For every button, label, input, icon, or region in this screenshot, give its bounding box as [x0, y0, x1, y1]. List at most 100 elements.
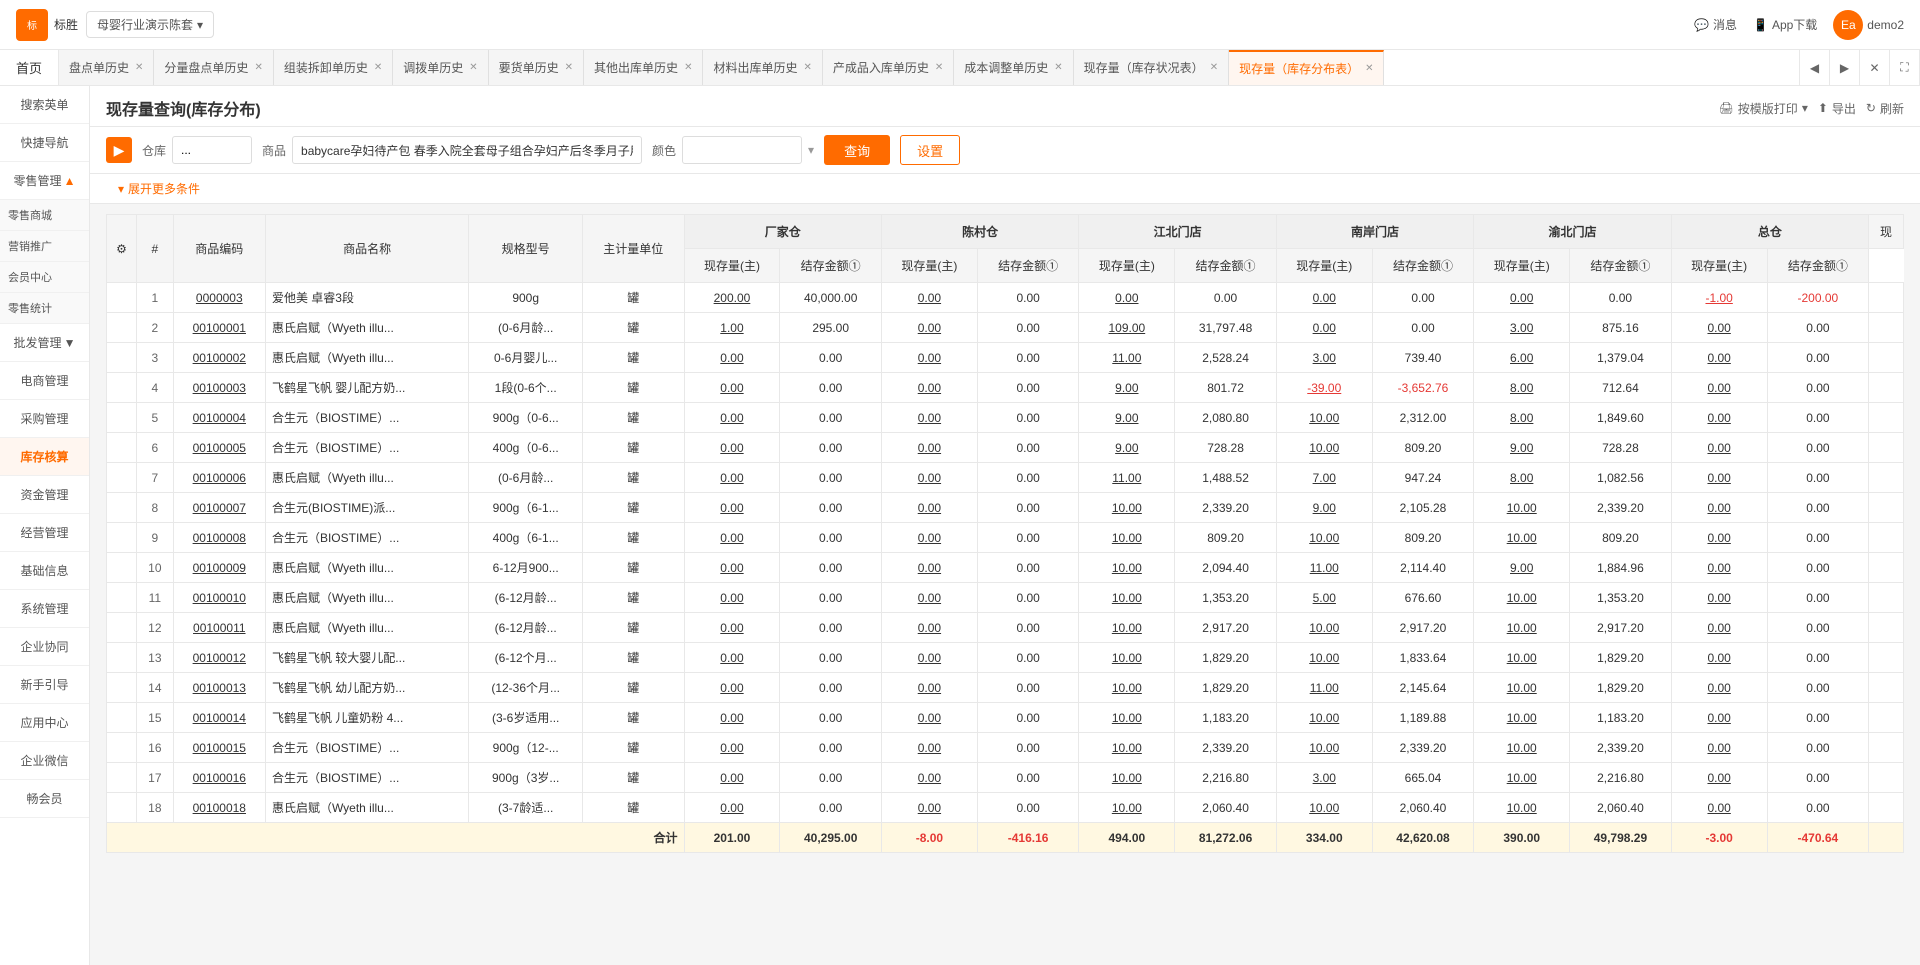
row-code[interactable]: 00100013 [173, 673, 265, 703]
settings-btn[interactable]: 设置 [900, 135, 960, 165]
row-code[interactable]: 00100010 [173, 583, 265, 613]
row-jiangBei-qty[interactable]: 10.00 [1079, 673, 1175, 703]
tab-stock-dist[interactable]: 现存量（库存分布表） ✕ [1229, 50, 1384, 85]
row-nanAn-qty[interactable]: 10.00 [1276, 793, 1372, 823]
row-yuBei-qty[interactable]: 9.00 [1474, 553, 1570, 583]
sidebar-item-retail-shop[interactable]: 零售商城 [0, 200, 89, 231]
sidebar-item-ops[interactable]: 经营管理 [0, 514, 89, 552]
row-zongCun-qty[interactable]: 0.00 [1671, 493, 1767, 523]
row-chenCun-qty[interactable]: 0.00 [881, 283, 977, 313]
row-yuBei-qty[interactable]: 9.00 [1474, 433, 1570, 463]
close-icon[interactable]: ✕ [565, 62, 573, 73]
tab-next-btn[interactable]: ▶ [1830, 50, 1860, 86]
sidebar-item-marketing[interactable]: 营销推广 [0, 231, 89, 262]
row-chenCun-qty[interactable]: 0.00 [881, 493, 977, 523]
close-icon[interactable]: ✕ [803, 62, 811, 73]
row-code[interactable]: 00100012 [173, 643, 265, 673]
close-icon[interactable]: ✕ [1054, 62, 1062, 73]
row-yuBei-qty[interactable]: 8.00 [1474, 463, 1570, 493]
row-zongCun-qty[interactable]: 0.00 [1671, 403, 1767, 433]
row-code[interactable]: 00100018 [173, 793, 265, 823]
close-icon[interactable]: ✕ [469, 62, 477, 73]
row-zongCun-qty[interactable]: 0.00 [1671, 553, 1767, 583]
close-icon[interactable]: ✕ [254, 62, 262, 73]
row-nanAn-qty[interactable]: 10.00 [1276, 703, 1372, 733]
row-changjiaCun-qty[interactable]: 0.00 [684, 343, 780, 373]
tab-requisition[interactable]: 要货单历史 ✕ [489, 50, 584, 85]
warehouse-input[interactable] [172, 136, 252, 164]
row-nanAn-qty[interactable]: 0.00 [1276, 283, 1372, 313]
row-code[interactable]: 00100004 [173, 403, 265, 433]
tab-other-out[interactable]: 其他出库单历史 ✕ [584, 50, 703, 85]
refresh-btn[interactable]: ↻ 刷新 [1866, 100, 1904, 117]
row-changjiaCun-qty[interactable]: 0.00 [684, 673, 780, 703]
row-changjiaCun-qty[interactable]: 0.00 [684, 523, 780, 553]
row-zongCun-qty[interactable]: -1.00 [1671, 283, 1767, 313]
row-chenCun-qty[interactable]: 0.00 [881, 403, 977, 433]
row-jiangBei-qty[interactable]: 10.00 [1079, 763, 1175, 793]
row-zongCun-qty[interactable]: 0.00 [1671, 373, 1767, 403]
row-yuBei-qty[interactable]: 10.00 [1474, 733, 1570, 763]
close-icon[interactable]: ✕ [1365, 63, 1373, 74]
sidebar-item-retail-mgmt[interactable]: 零售管理▲ [0, 162, 89, 200]
row-code[interactable]: 00100011 [173, 613, 265, 643]
row-zongCun-qty[interactable]: 0.00 [1671, 673, 1767, 703]
row-jiangBei-qty[interactable]: 10.00 [1079, 493, 1175, 523]
sidebar-item-corp-wechat[interactable]: 企业微信 [0, 742, 89, 780]
export-btn[interactable]: ⬆ 导出 [1818, 100, 1856, 117]
row-nanAn-qty[interactable]: 11.00 [1276, 673, 1372, 703]
row-jiangBei-qty[interactable]: 9.00 [1079, 433, 1175, 463]
tab-close-all-btn[interactable]: ✕ [1860, 50, 1890, 86]
row-jiangBei-qty[interactable]: 9.00 [1079, 373, 1175, 403]
row-jiangBei-qty[interactable]: 10.00 [1079, 643, 1175, 673]
row-code[interactable]: 00100005 [173, 433, 265, 463]
row-chenCun-qty[interactable]: 0.00 [881, 433, 977, 463]
batch-print-btn[interactable]: 🖨 按模版打印 ▾ [1719, 100, 1808, 117]
sidebar-item-quick-nav[interactable]: 快捷导航 [0, 124, 89, 162]
row-jiangBei-qty[interactable]: 11.00 [1079, 463, 1175, 493]
row-zongCun-qty[interactable]: 0.00 [1671, 613, 1767, 643]
tab-prev-btn[interactable]: ◀ [1800, 50, 1830, 86]
row-zongCun-qty[interactable]: 0.00 [1671, 313, 1767, 343]
row-yuBei-qty[interactable]: 10.00 [1474, 793, 1570, 823]
row-jiangBei-qty[interactable]: 10.00 [1079, 793, 1175, 823]
tab-product-in[interactable]: 产成品入库单历史 ✕ [823, 50, 954, 85]
row-zongCun-qty[interactable]: 0.00 [1671, 463, 1767, 493]
row-chenCun-qty[interactable]: 0.00 [881, 613, 977, 643]
row-changjiaCun-qty[interactable]: 0.00 [684, 763, 780, 793]
row-changjiaCun-qty[interactable]: 0.00 [684, 733, 780, 763]
tab-cost-adjust[interactable]: 成本调整单历史 ✕ [954, 50, 1073, 85]
tab-score-stock[interactable]: 分量盘点单历史 ✕ [154, 50, 273, 85]
row-code[interactable]: 00100009 [173, 553, 265, 583]
tab-stock-single[interactable]: 盘点单历史 ✕ [59, 50, 154, 85]
row-nanAn-qty[interactable]: 10.00 [1276, 733, 1372, 763]
row-chenCun-qty[interactable]: 0.00 [881, 523, 977, 553]
sidebar-item-enterprise[interactable]: 企业协同 [0, 628, 89, 666]
sidebar-item-retail-stats[interactable]: 零售统计 [0, 293, 89, 324]
row-jiangBei-qty[interactable]: 0.00 [1079, 283, 1175, 313]
row-changjiaCun-qty[interactable]: 0.00 [684, 643, 780, 673]
message-btn[interactable]: 💬 消息 [1694, 16, 1737, 33]
tab-expand-btn[interactable]: ⛶ [1890, 50, 1920, 86]
sidebar-item-members[interactable]: 畅会员 [0, 780, 89, 818]
row-chenCun-qty[interactable]: 0.00 [881, 463, 977, 493]
color-input[interactable] [682, 136, 802, 164]
sidebar-item-member[interactable]: 会员中心 [0, 262, 89, 293]
tab-transfer[interactable]: 调拨单历史 ✕ [393, 50, 488, 85]
row-chenCun-qty[interactable]: 0.00 [881, 703, 977, 733]
tab-group-dismantle[interactable]: 组装拆卸单历史 ✕ [274, 50, 393, 85]
row-nanAn-qty[interactable]: 3.00 [1276, 763, 1372, 793]
row-yuBei-qty[interactable]: 3.00 [1474, 313, 1570, 343]
row-changjiaCun-qty[interactable]: 0.00 [684, 583, 780, 613]
close-icon[interactable]: ✕ [374, 62, 382, 73]
row-nanAn-qty[interactable]: 10.00 [1276, 643, 1372, 673]
row-jiangBei-qty[interactable]: 109.00 [1079, 313, 1175, 343]
row-yuBei-qty[interactable]: 10.00 [1474, 643, 1570, 673]
row-yuBei-qty[interactable]: 10.00 [1474, 613, 1570, 643]
row-changjiaCun-qty[interactable]: 0.00 [684, 613, 780, 643]
expand-more-btn[interactable]: ▾ 展开更多条件 [106, 176, 212, 201]
row-code[interactable]: 0000003 [173, 283, 265, 313]
row-changjiaCun-qty[interactable]: 0.00 [684, 553, 780, 583]
row-changjiaCun-qty[interactable]: 1.00 [684, 313, 780, 343]
sidebar-item-search[interactable]: 搜索英单 [0, 86, 89, 124]
